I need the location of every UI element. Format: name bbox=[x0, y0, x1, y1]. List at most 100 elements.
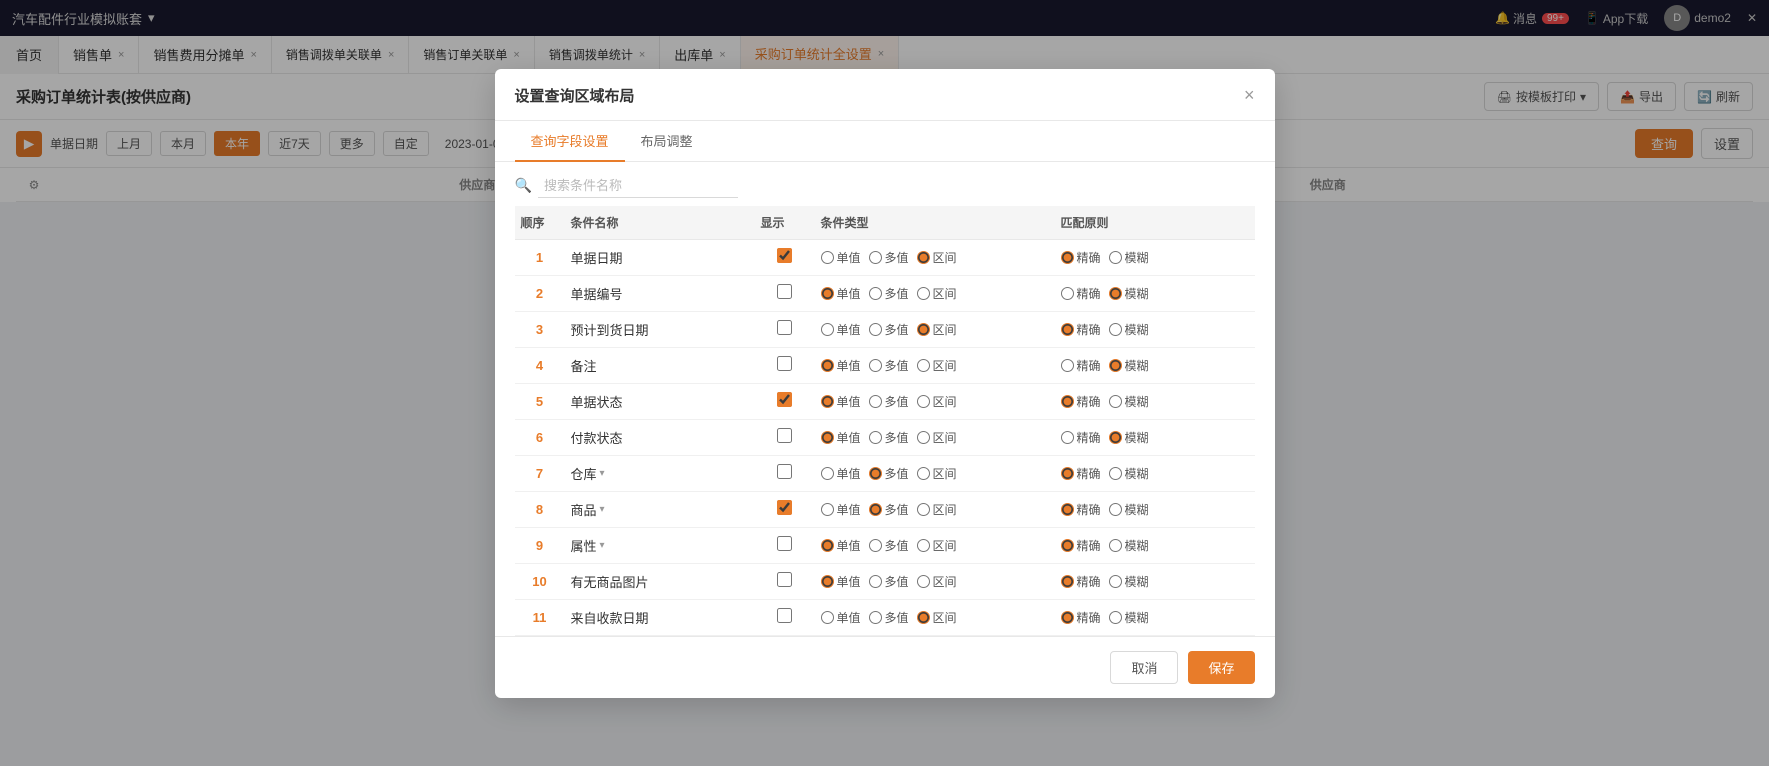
type-single-label[interactable]: 单值 bbox=[821, 285, 861, 302]
match-fuzzy-label[interactable]: 模糊 bbox=[1109, 465, 1149, 482]
type-range-radio[interactable] bbox=[917, 611, 930, 624]
match-fuzzy-radio[interactable] bbox=[1109, 323, 1122, 336]
search-input[interactable] bbox=[538, 174, 738, 198]
display-checkbox[interactable] bbox=[777, 608, 792, 623]
type-multi-radio[interactable] bbox=[869, 575, 882, 588]
match-fuzzy-label[interactable]: 模糊 bbox=[1109, 537, 1149, 554]
match-exact-label[interactable]: 精确 bbox=[1061, 321, 1101, 338]
type-range-radio[interactable] bbox=[917, 323, 930, 336]
display-checkbox[interactable] bbox=[777, 428, 792, 443]
type-range-label[interactable]: 区间 bbox=[917, 609, 957, 626]
type-range-label[interactable]: 区间 bbox=[917, 501, 957, 518]
type-single-radio[interactable] bbox=[821, 323, 834, 336]
match-exact-label[interactable]: 精确 bbox=[1061, 501, 1101, 518]
type-multi-label[interactable]: 多值 bbox=[869, 537, 909, 554]
match-exact-radio[interactable] bbox=[1061, 503, 1074, 516]
type-multi-label[interactable]: 多值 bbox=[869, 429, 909, 446]
chevron-down-icon[interactable]: ▾ bbox=[600, 504, 605, 515]
type-range-label[interactable]: 区间 bbox=[917, 573, 957, 590]
type-range-radio[interactable] bbox=[917, 287, 930, 300]
match-fuzzy-label[interactable]: 模糊 bbox=[1109, 393, 1149, 410]
type-range-radio[interactable] bbox=[917, 503, 930, 516]
type-multi-label[interactable]: 多值 bbox=[869, 393, 909, 410]
type-range-radio[interactable] bbox=[917, 467, 930, 480]
match-fuzzy-label[interactable]: 模糊 bbox=[1109, 285, 1149, 302]
match-fuzzy-radio[interactable] bbox=[1109, 395, 1122, 408]
match-exact-label[interactable]: 精确 bbox=[1061, 573, 1101, 590]
type-single-label[interactable]: 单值 bbox=[821, 393, 861, 410]
type-multi-radio[interactable] bbox=[869, 611, 882, 624]
match-exact-radio[interactable] bbox=[1061, 251, 1074, 264]
display-checkbox[interactable] bbox=[777, 536, 792, 551]
match-exact-radio[interactable] bbox=[1061, 575, 1074, 588]
type-range-label[interactable]: 区间 bbox=[917, 537, 957, 554]
type-range-label[interactable]: 区间 bbox=[917, 465, 957, 482]
type-single-label[interactable]: 单值 bbox=[821, 249, 861, 266]
match-fuzzy-radio[interactable] bbox=[1109, 539, 1122, 552]
type-range-radio[interactable] bbox=[917, 251, 930, 264]
type-single-radio[interactable] bbox=[821, 503, 834, 516]
match-fuzzy-label[interactable]: 模糊 bbox=[1109, 573, 1149, 590]
type-range-radio[interactable] bbox=[917, 575, 930, 588]
match-fuzzy-label[interactable]: 模糊 bbox=[1109, 321, 1149, 338]
type-multi-radio[interactable] bbox=[869, 539, 882, 552]
type-range-label[interactable]: 区间 bbox=[917, 249, 957, 266]
type-multi-radio[interactable] bbox=[869, 287, 882, 300]
type-range-label[interactable]: 区间 bbox=[917, 357, 957, 374]
type-range-radio[interactable] bbox=[917, 539, 930, 552]
type-multi-label[interactable]: 多值 bbox=[869, 357, 909, 374]
display-checkbox[interactable] bbox=[777, 464, 792, 479]
match-fuzzy-label[interactable]: 模糊 bbox=[1109, 609, 1149, 626]
type-range-label[interactable]: 区间 bbox=[917, 321, 957, 338]
display-checkbox[interactable] bbox=[777, 356, 792, 371]
type-single-radio[interactable] bbox=[821, 575, 834, 588]
match-exact-label[interactable]: 精确 bbox=[1061, 249, 1101, 266]
match-fuzzy-radio[interactable] bbox=[1109, 575, 1122, 588]
match-fuzzy-label[interactable]: 模糊 bbox=[1109, 429, 1149, 446]
type-single-radio[interactable] bbox=[821, 467, 834, 480]
match-exact-label[interactable]: 精确 bbox=[1061, 357, 1101, 374]
type-multi-label[interactable]: 多值 bbox=[869, 321, 909, 338]
match-fuzzy-radio[interactable] bbox=[1109, 359, 1122, 372]
display-checkbox[interactable] bbox=[777, 572, 792, 587]
cell-display[interactable] bbox=[755, 275, 815, 311]
match-fuzzy-radio[interactable] bbox=[1109, 431, 1122, 444]
match-fuzzy-radio[interactable] bbox=[1109, 611, 1122, 624]
type-range-radio[interactable] bbox=[917, 431, 930, 444]
match-exact-label[interactable]: 精确 bbox=[1061, 465, 1101, 482]
dialog-tab-layout[interactable]: 布局调整 bbox=[625, 121, 709, 162]
type-single-label[interactable]: 单值 bbox=[821, 357, 861, 374]
display-checkbox[interactable] bbox=[777, 320, 792, 335]
cell-display[interactable] bbox=[755, 347, 815, 383]
match-fuzzy-radio[interactable] bbox=[1109, 287, 1122, 300]
type-range-label[interactable]: 区间 bbox=[917, 393, 957, 410]
type-multi-radio[interactable] bbox=[869, 467, 882, 480]
display-checkbox[interactable] bbox=[777, 392, 792, 407]
cell-display[interactable] bbox=[755, 455, 815, 491]
match-exact-label[interactable]: 精确 bbox=[1061, 393, 1101, 410]
type-single-radio[interactable] bbox=[821, 431, 834, 444]
match-exact-radio[interactable] bbox=[1061, 323, 1074, 336]
type-multi-label[interactable]: 多值 bbox=[869, 249, 909, 266]
type-range-label[interactable]: 区间 bbox=[917, 285, 957, 302]
type-single-radio[interactable] bbox=[821, 539, 834, 552]
type-range-radio[interactable] bbox=[917, 359, 930, 372]
type-single-radio[interactable] bbox=[821, 395, 834, 408]
display-checkbox[interactable] bbox=[777, 500, 792, 515]
cell-display[interactable] bbox=[755, 491, 815, 527]
display-checkbox[interactable] bbox=[777, 248, 792, 263]
type-single-label[interactable]: 单值 bbox=[821, 537, 861, 554]
type-single-label[interactable]: 单值 bbox=[821, 321, 861, 338]
type-single-label[interactable]: 单值 bbox=[821, 609, 861, 626]
type-range-label[interactable]: 区间 bbox=[917, 429, 957, 446]
type-multi-label[interactable]: 多值 bbox=[869, 501, 909, 518]
type-multi-radio[interactable] bbox=[869, 503, 882, 516]
match-exact-radio[interactable] bbox=[1061, 287, 1074, 300]
dialog-tab-query-fields[interactable]: 查询字段设置 bbox=[515, 121, 625, 162]
match-exact-radio[interactable] bbox=[1061, 611, 1074, 624]
type-single-radio[interactable] bbox=[821, 251, 834, 264]
cell-display[interactable] bbox=[755, 599, 815, 635]
type-single-label[interactable]: 单值 bbox=[821, 465, 861, 482]
type-range-radio[interactable] bbox=[917, 395, 930, 408]
display-checkbox[interactable] bbox=[777, 284, 792, 299]
